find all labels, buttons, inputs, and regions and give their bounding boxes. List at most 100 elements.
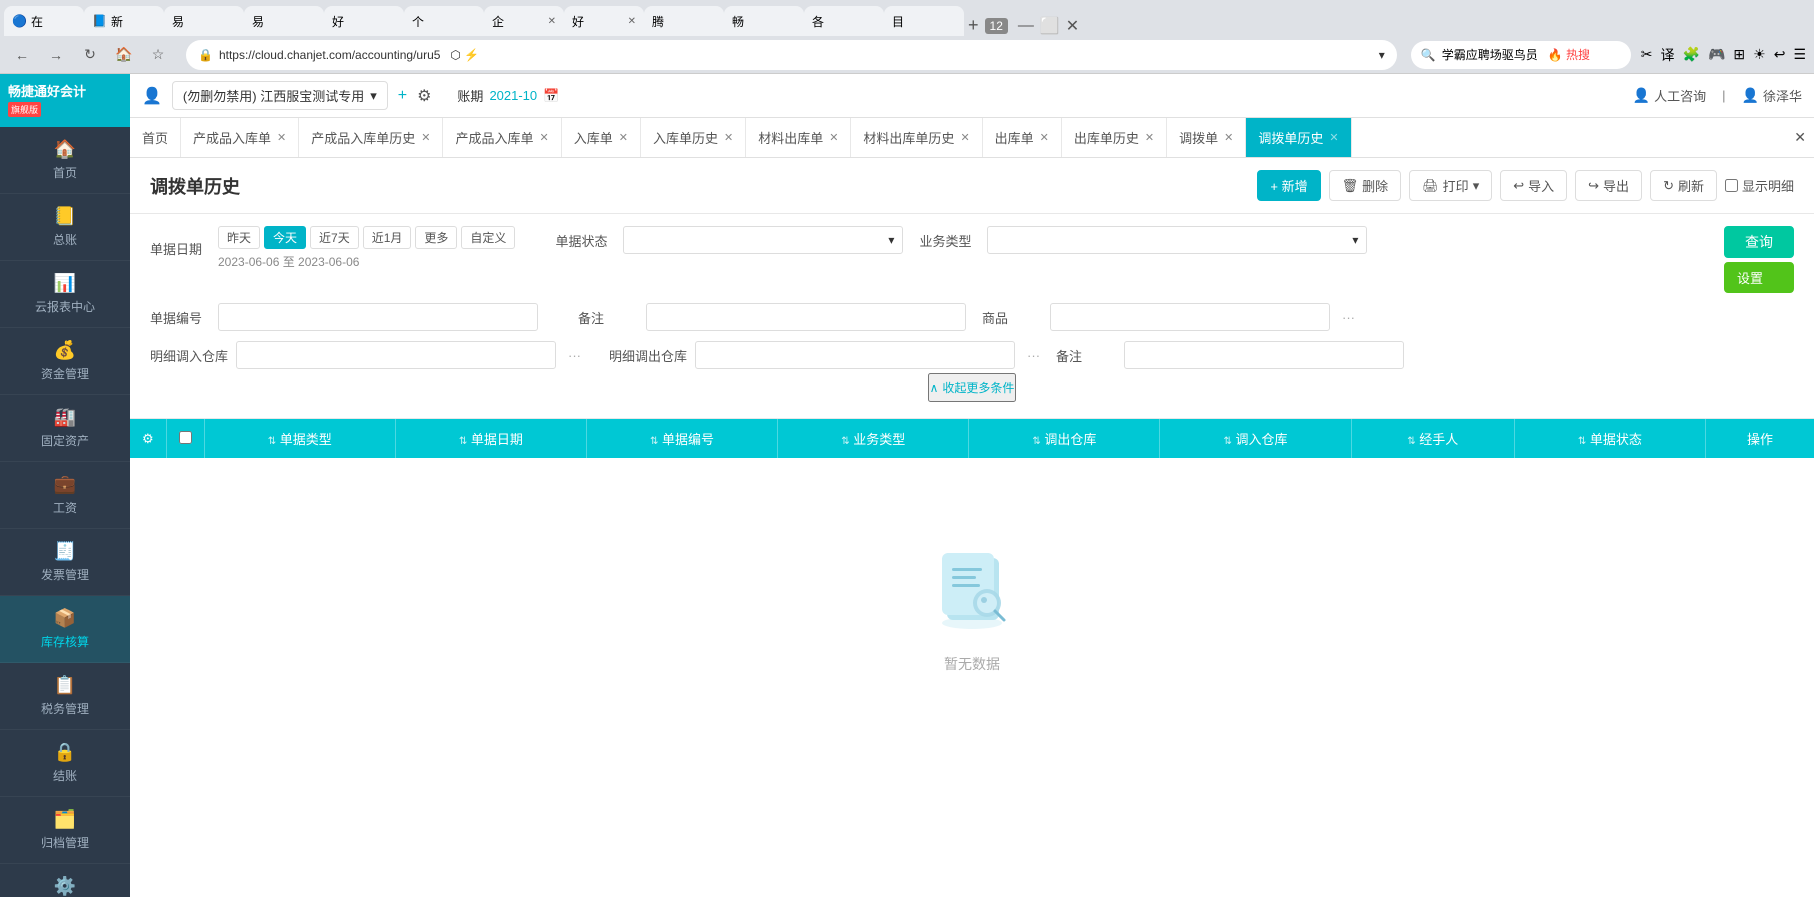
browser-tab-1[interactable]: 🔵 在 [4,6,84,36]
date-today-btn[interactable]: 今天 [264,226,306,249]
tab-product-in[interactable]: 产成品入库单 ✕ [181,118,299,158]
window-close[interactable]: ✕ [1066,16,1079,36]
tab-transfer-history[interactable]: 调拨单历史 ✕ [1246,118,1351,158]
detail-remark-input[interactable] [1124,341,1404,369]
refresh-button[interactable]: ↻ [76,41,104,69]
star-button[interactable]: ☆ [144,41,172,69]
browser-tab-6[interactable]: 个 [404,6,484,36]
new-tab-btn[interactable]: + [968,15,979,36]
col-in-warehouse[interactable]: ⇅ 调入仓库 [1160,419,1351,458]
tab-material-out-history[interactable]: 材料出库单历史 ✕ [851,118,982,158]
col-status[interactable]: ⇅ 单据状态 [1514,419,1705,458]
translate-icon[interactable]: 译 [1661,45,1675,65]
grid-icon[interactable]: ⊞ [1733,46,1745,63]
browser-tab-9[interactable]: 腾 [644,6,724,36]
extension2-icon[interactable]: 🎮 [1708,46,1725,63]
tab-stock-in[interactable]: 入库单 ✕ [562,118,641,158]
extension1-icon[interactable]: 🧩 [1683,46,1700,63]
address-bar[interactable]: 🔒 https://cloud.chanjet.com/accounting/u… [186,40,1397,70]
sidebar-item-tax[interactable]: 📋 税务管理 [0,663,130,730]
scissors-icon[interactable]: ✂ [1641,46,1653,63]
browser-tab-3[interactable]: 易 [164,6,244,36]
select-all-checkbox[interactable] [179,431,192,444]
service-btn[interactable]: 👤人工咨询 [1633,86,1706,105]
goods-input[interactable] [1050,303,1330,331]
col-date[interactable]: ⇅ 单据日期 [395,419,586,458]
company-settings-icon[interactable]: ⚙ [417,86,431,106]
import-btn[interactable]: ↩ 导入 [1500,170,1567,201]
company-selector[interactable]: (勿删勿禁用) 江西服宝测试专用 ▾ [172,81,388,110]
tab-product-in-history-close[interactable]: ✕ [421,131,430,144]
browser-tab-5[interactable]: 好 [324,6,404,36]
add-company-btn[interactable]: + [398,87,407,105]
sidebar-item-archive[interactable]: 🗂️ 归档管理 [0,797,130,864]
browser-tab-7-close[interactable]: ✕ [548,16,556,27]
tab-product-in2[interactable]: 产成品入库单 ✕ [443,118,561,158]
tab-material-out-close[interactable]: ✕ [829,131,838,144]
browser-tab-4[interactable]: 易 [244,6,324,36]
window-maximize[interactable]: ⬜ [1040,16,1060,36]
refresh-btn[interactable]: ↻ 刷新 [1650,170,1717,201]
print-btn[interactable]: 🖨 打印 ▾ [1409,170,1492,201]
tab-material-out-history-close[interactable]: ✕ [960,131,969,144]
detail-out-more-icon[interactable]: ··· [1027,348,1040,363]
tab-product-in-history[interactable]: 产成品入库单历史 ✕ [299,118,443,158]
order-no-input[interactable] [218,303,538,331]
remark-input[interactable] [646,303,966,331]
sidebar-item-report[interactable]: 📊 云报表中心 [0,261,130,328]
tab-bar-close-all[interactable]: ✕ [1794,129,1806,146]
sidebar-item-invoice[interactable]: 🧾 发票管理 [0,529,130,596]
browser-tab-2[interactable]: 📘 新 [84,6,164,36]
sidebar-logo[interactable]: 畅捷通好会计 旗舰版 [0,74,130,127]
sidebar-item-assets[interactable]: 🏭 固定资产 [0,395,130,462]
detail-out-input[interactable] [695,341,1015,369]
tab-stock-in-close[interactable]: ✕ [619,131,628,144]
calendar-icon[interactable]: 📅 [543,88,559,104]
settings-btn[interactable]: 设置 [1724,262,1794,293]
tab-stock-in-history-close[interactable]: ✕ [724,131,733,144]
date-yesterday-btn[interactable]: 昨天 [218,226,260,249]
tab-out-history-close[interactable]: ✕ [1145,131,1154,144]
detail-in-more-icon[interactable]: ··· [568,348,581,363]
delete-btn[interactable]: 🗑 删除 [1329,170,1402,201]
tab-stock-in-history[interactable]: 入库单历史 ✕ [641,118,746,158]
detail-in-input[interactable] [236,341,556,369]
col-handler[interactable]: ⇅ 经手人 [1351,419,1514,458]
show-full-toggle[interactable]: 显示明细 [1725,176,1794,195]
browser-tab-11[interactable]: 各 [804,6,884,36]
sidebar-item-home[interactable]: 🏠 首页 [0,127,130,194]
sidebar-item-inventory[interactable]: 📦 库存核算 [0,596,130,663]
col-type[interactable]: ⇅ 单据类型 [204,419,395,458]
menu-icon[interactable]: ☰ [1793,46,1806,63]
date-1month-btn[interactable]: 近1月 [363,226,412,249]
col-checkbox[interactable] [166,419,204,458]
user-avatar[interactable]: 👤 徐泽华 [1742,86,1802,105]
tab-home[interactable]: 首页 [130,118,181,158]
home-button[interactable]: 🏠 [110,41,138,69]
query-btn[interactable]: 查询 [1724,226,1794,258]
status-select[interactable]: ▾ [623,226,903,254]
forward-button[interactable]: → [42,41,70,69]
tab-product-in2-close[interactable]: ✕ [540,131,549,144]
search-bar[interactable]: 🔍 学霸应聘场驱鸟员 🔥 热搜 [1411,41,1631,69]
back-button[interactable]: ← [8,41,36,69]
show-full-checkbox[interactable] [1725,179,1738,192]
browser-tab-10[interactable]: 畅 [724,6,804,36]
sidebar-item-payroll[interactable]: 💼 工资 [0,462,130,529]
tab-out-order[interactable]: 出库单 ✕ [983,118,1062,158]
date-7days-btn[interactable]: 近7天 [310,226,359,249]
browser-tab-12[interactable]: 目 [884,6,964,36]
export-btn[interactable]: ↪ 导出 [1575,170,1642,201]
tab-material-out[interactable]: 材料出库单 ✕ [746,118,851,158]
new-btn[interactable]: + 新增 [1257,170,1320,201]
col-settings[interactable]: ⚙ [130,419,166,458]
sidebar-item-ledger[interactable]: 📒 总账 [0,194,130,261]
date-custom-btn[interactable]: 自定义 [461,226,515,249]
sidebar-item-closing[interactable]: 🔒 结账 [0,730,130,797]
browser-tab-7[interactable]: 企 ✕ [484,6,564,36]
browser-tab-8[interactable]: 好 ✕ [564,6,644,36]
tab-out-order-close[interactable]: ✕ [1040,131,1049,144]
col-out-warehouse[interactable]: ⇅ 调出仓库 [969,419,1160,458]
biz-type-select[interactable]: ▾ [987,226,1367,254]
tab-product-in-close[interactable]: ✕ [277,131,286,144]
